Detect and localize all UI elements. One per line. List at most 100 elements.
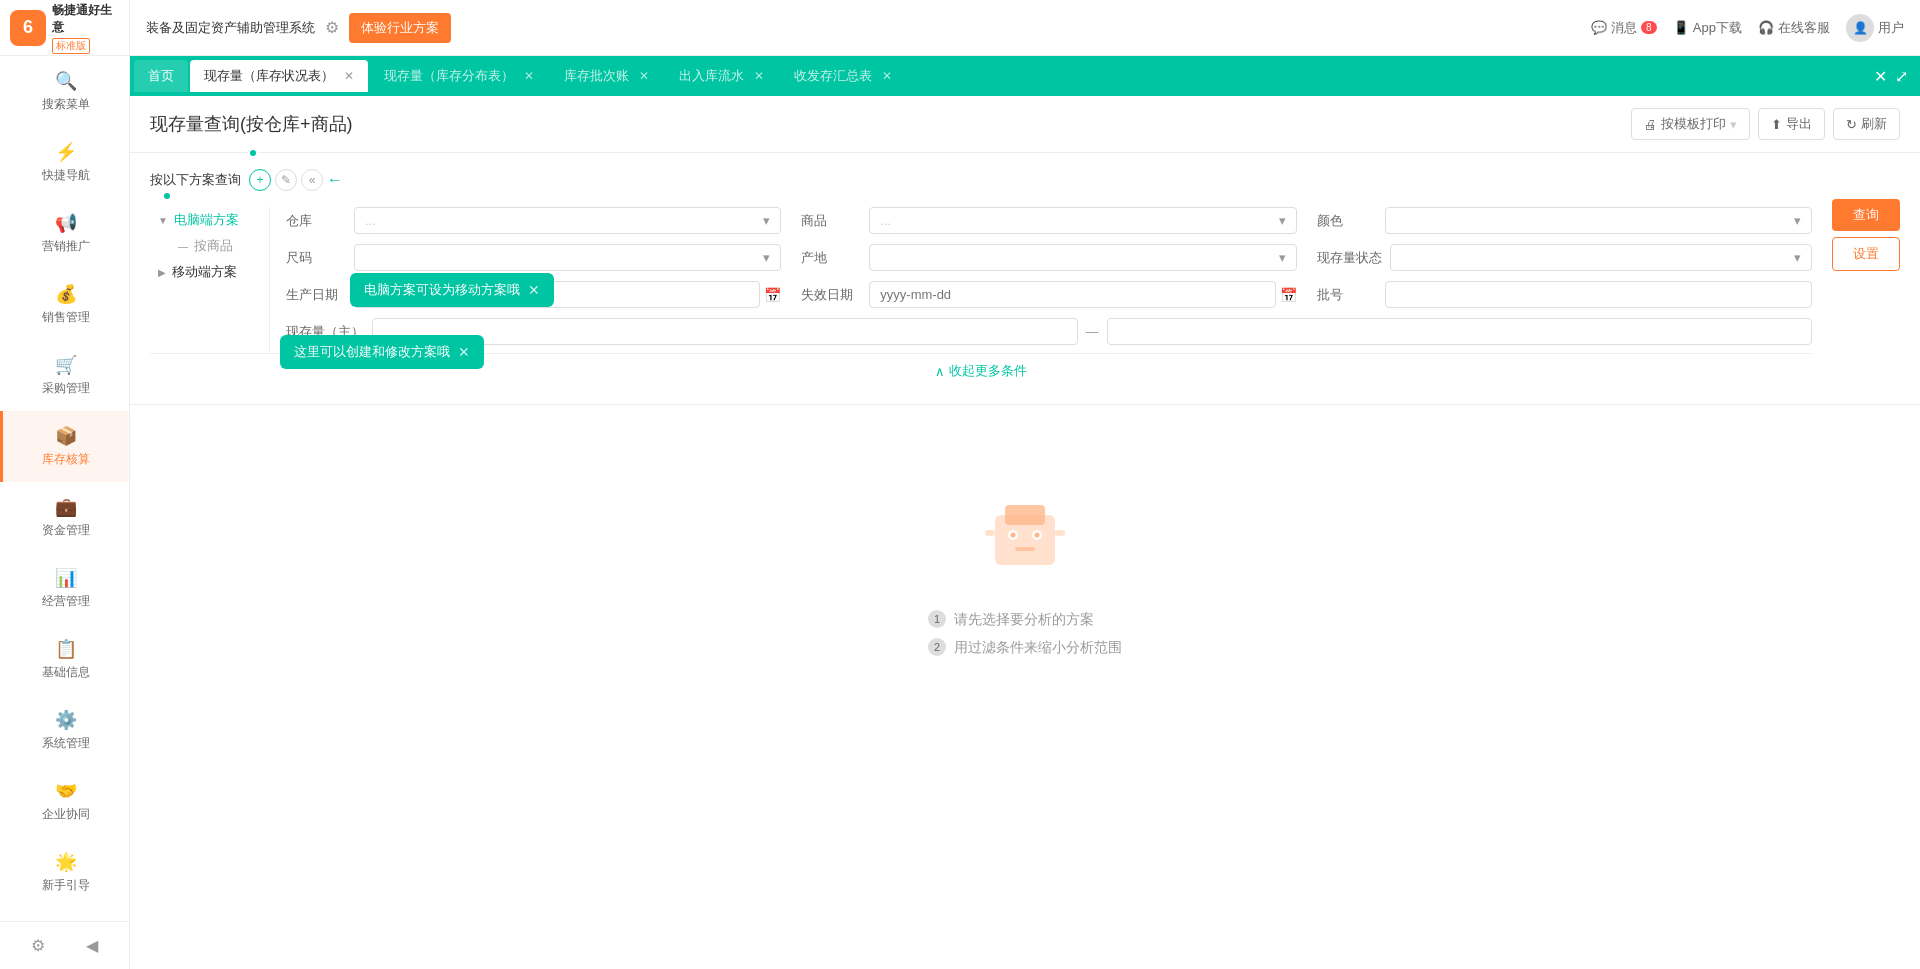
batch-input[interactable] (1385, 281, 1812, 308)
empty-illustration (975, 485, 1075, 585)
empty-svg-icon (975, 485, 1075, 585)
app-header: 装备及固定资产辅助管理系统 ⚙ 体验行业方案 💬 消息 8 📱 App下载 🎧 … (130, 0, 1920, 56)
tab-close-inventory-status[interactable]: ✕ (344, 69, 354, 83)
scheme-toggle-desktop: ▼ (158, 215, 168, 226)
svg-rect-8 (1055, 530, 1065, 536)
scheme-mobile[interactable]: ▶ 移动端方案 (150, 259, 257, 285)
tab-close-inventory-dist[interactable]: ✕ (524, 69, 534, 83)
stock-amount-to-input[interactable] (1107, 318, 1813, 345)
tab-home[interactable]: 首页 (134, 60, 188, 92)
app-download-button[interactable]: 📱 App下载 (1673, 19, 1742, 37)
tooltip1-close[interactable]: ✕ (528, 282, 540, 298)
dropdown-arrow-print: ▾ (1730, 117, 1737, 132)
close-all-tabs-icon[interactable]: ✕ (1874, 67, 1887, 86)
sidebar-item-enterprise[interactable]: 🤝 企业协同 (0, 766, 129, 837)
tab-batch-account[interactable]: 库存批次账 ✕ (550, 60, 663, 92)
filter-color: 颜色 ▾ (1317, 207, 1812, 234)
export-button[interactable]: ⬆ 导出 (1758, 108, 1825, 140)
tab-inventory-status[interactable]: 现存量（库存状况表） ✕ (190, 60, 368, 92)
scheme-desktop-children: — 按商品 (150, 233, 257, 259)
sidebar-item-inventory[interactable]: 📦 库存核算 (0, 411, 129, 482)
sales-icon: 💰 (55, 283, 77, 305)
message-button[interactable]: 💬 消息 8 (1591, 19, 1657, 37)
sidebar-nav: 🔍 搜索菜单 ⚡ 快捷导航 📢 营销推广 💰 销售管理 🛒 采购管理 📦 库存核… (0, 56, 129, 921)
experience-button[interactable]: 体验行业方案 (349, 13, 451, 43)
page-title: 现存量查询(按仓库+商品) (150, 112, 353, 136)
edit-scheme-button[interactable]: ✎ (275, 169, 297, 191)
expiry-date-input[interactable] (869, 281, 1275, 308)
warehouse-select[interactable]: ... ▾ (354, 207, 781, 234)
add-scheme-button[interactable]: + (249, 169, 271, 191)
filter-section-title: 按以下方案查询 (150, 171, 241, 189)
expand-icon[interactable]: ⤢ (1895, 67, 1908, 86)
tooltip2-connector-dot (162, 191, 172, 201)
sidebar-item-system[interactable]: ⚙️ 系统管理 (0, 695, 129, 766)
empty-state: 1 请先选择要分析的方案 2 用过滤条件来缩小分析范围 (130, 405, 1920, 741)
color-dropdown-icon: ▾ (1794, 213, 1801, 228)
tip-number-2: 2 (928, 638, 946, 656)
filter-origin: 产地 ▾ (801, 244, 1296, 271)
sidebar-item-operations[interactable]: 📊 经营管理 (0, 553, 129, 624)
collapse-sidebar-icon[interactable]: ◀ (82, 932, 102, 959)
color-select[interactable]: ▾ (1385, 207, 1812, 234)
settings-bottom-icon[interactable]: ⚙ (27, 932, 49, 959)
page-header-actions: 🖨 按模板打印 ▾ ⬆ 导出 ↻ 刷新 (1631, 108, 1900, 140)
scheme-nav-arrow[interactable]: ← (327, 171, 343, 189)
sidebar-item-sales[interactable]: 💰 销售管理 (0, 269, 129, 340)
prev-scheme-button[interactable]: « (301, 169, 323, 191)
print-template-button[interactable]: 🖨 按模板打印 ▾ (1631, 108, 1750, 140)
reset-button[interactable]: 设置 (1832, 237, 1900, 271)
origin-select[interactable]: ▾ (869, 244, 1296, 271)
stock-status-select[interactable]: ▾ (1390, 244, 1812, 271)
filter-stock-status: 现存量状态 ▾ (1317, 244, 1812, 271)
production-date-calendar-icon[interactable]: 📅 (764, 287, 781, 303)
tab-close-collect-summary[interactable]: ✕ (882, 69, 892, 83)
message-badge: 8 (1641, 21, 1657, 34)
scheme-desktop-child1[interactable]: — 按商品 (170, 233, 257, 259)
sidebar-item-basic-info[interactable]: 📋 基础信息 (0, 624, 129, 695)
sidebar-item-marketing[interactable]: 📢 营销推广 (0, 198, 129, 269)
refresh-button[interactable]: ↻ 刷新 (1833, 108, 1900, 140)
stock-status-dropdown-icon: ▾ (1794, 250, 1801, 265)
sidebar-item-purchase[interactable]: 🛒 采购管理 (0, 340, 129, 411)
search-button[interactable]: 查询 (1832, 199, 1900, 231)
logo-text: 畅捷通好生意 标准版 (52, 2, 119, 54)
origin-dropdown-icon: ▾ (1279, 250, 1286, 265)
scheme-tree: ▼ 电脑端方案 — 按商品 ▶ (150, 207, 270, 353)
filter-header: 按以下方案查询 + ✎ « ← 电脑方案可设为移动方案哦 ✕ (150, 169, 1812, 191)
sidebar-item-quick-nav[interactable]: ⚡ 快捷导航 (0, 127, 129, 198)
quick-nav-icon: ⚡ (55, 141, 77, 163)
purchase-icon: 🛒 (55, 354, 77, 376)
filter-left: 按以下方案查询 + ✎ « ← 电脑方案可设为移动方案哦 ✕ (150, 169, 1812, 388)
filter-section: 按以下方案查询 + ✎ « ← 电脑方案可设为移动方案哦 ✕ (130, 153, 1920, 405)
inventory-icon: 📦 (55, 425, 77, 447)
tooltip2-close[interactable]: ✕ (458, 344, 470, 360)
online-support-button[interactable]: 🎧 在线客服 (1758, 19, 1830, 37)
filter-header-actions: + ✎ « ← (249, 169, 343, 191)
product-select[interactable]: ... ▾ (869, 207, 1296, 234)
filter-product: 商品 ... ▾ (801, 207, 1296, 234)
filter-row1: 仓库 ... ▾ 商品 . (286, 207, 1812, 234)
tab-close-inout-flow[interactable]: ✕ (754, 69, 764, 83)
scheme-desktop[interactable]: ▼ 电脑端方案 (150, 207, 257, 233)
tab-inout-flow[interactable]: 出入库流水 ✕ (665, 60, 778, 92)
collapse-up-icon: ∧ (935, 364, 945, 379)
warehouse-dropdown-icon: ▾ (763, 213, 770, 228)
gear-icon[interactable]: ⚙ (325, 18, 339, 37)
tab-inventory-dist[interactable]: 现存量（库存分布表） ✕ (370, 60, 548, 92)
page-header: 现存量查询(按仓库+商品) 🖨 按模板打印 ▾ ⬆ 导出 ↻ 刷新 (130, 96, 1920, 153)
scheme-toggle-mobile: ▶ (158, 267, 166, 278)
size-select[interactable]: ▾ (354, 244, 781, 271)
sidebar-item-guide[interactable]: 🌟 新手引导 (0, 837, 129, 908)
empty-tip-2: 2 用过滤条件来缩小分析范围 (928, 633, 1122, 661)
collapse-button[interactable]: ∧ 收起更多条件 (935, 362, 1027, 380)
filter-expiry-date: 失效日期 📅 (801, 281, 1296, 308)
tab-close-batch-account[interactable]: ✕ (639, 69, 649, 83)
sidebar-item-search[interactable]: 🔍 搜索菜单 (0, 56, 129, 127)
tab-collect-summary[interactable]: 收发存汇总表 ✕ (780, 60, 906, 92)
user-menu[interactable]: 👤 用户 (1846, 14, 1904, 42)
expiry-date-calendar-icon[interactable]: 📅 (1280, 287, 1297, 303)
sidebar-item-finance[interactable]: 💼 资金管理 (0, 482, 129, 553)
sidebar-logo: 6 畅捷通好生意 标准版 (0, 0, 129, 56)
sidebar-bottom: ⚙ ◀ (0, 921, 129, 969)
